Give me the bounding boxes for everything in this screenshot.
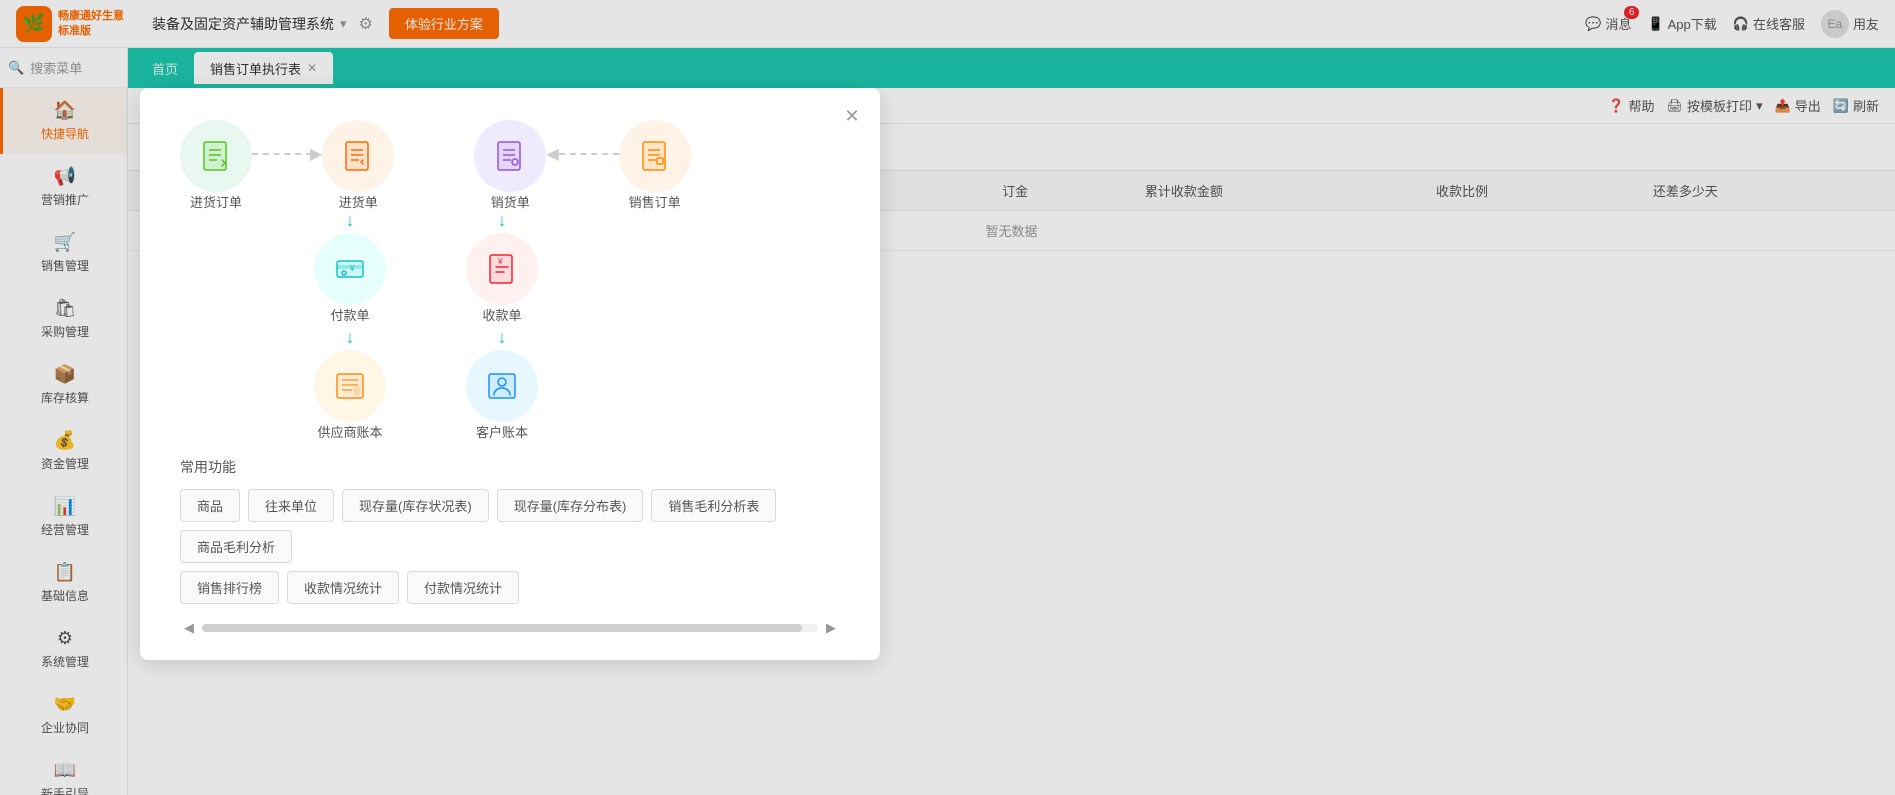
flow-node-sales-receipt[interactable]: 销货单 <box>474 120 546 211</box>
scroll-left-icon[interactable]: ◀ <box>180 620 198 636</box>
receipt-icon: ¥ <box>466 233 538 305</box>
flow-node-supplier-ledger[interactable]: 供应商账本 <box>314 350 386 441</box>
arrow-po-to-pr: ▶ <box>252 144 322 188</box>
flow-node-purchase-order[interactable]: 进货订单 <box>180 120 252 211</box>
func-btn-receipt-stats[interactable]: 收款情况统计 <box>287 571 399 604</box>
payment-label: 付款单 <box>330 305 369 324</box>
customer-ledger-label: 客户账本 <box>476 422 528 441</box>
func-btn-payment-stats[interactable]: 付款情况统计 <box>407 571 519 604</box>
purchase-receipt-icon <box>322 120 394 192</box>
func-btn-product-margin[interactable]: 商品毛利分析 <box>180 530 292 563</box>
func-btn-sales-margin[interactable]: 销售毛利分析表 <box>651 489 776 522</box>
receipt-label: 收款单 <box>482 305 521 324</box>
customer-ledger-icon <box>466 350 538 422</box>
sales-order-icon <box>619 120 691 192</box>
purchase-order-icon <box>180 120 252 192</box>
payment-icon: ¥ <box>314 233 386 305</box>
svg-text:¥: ¥ <box>349 264 355 273</box>
popup-scrollbar[interactable] <box>202 624 818 632</box>
func-buttons: 商品 往来单位 现存量(库存状况表) 现存量(库存分布表) 销售毛利分析表 商品… <box>180 489 840 563</box>
flow-node-customer-ledger[interactable]: 客户账本 <box>466 350 538 441</box>
common-functions: 常用功能 商品 往来单位 现存量(库存状况表) 现存量(库存分布表) 销售毛利分… <box>180 457 840 604</box>
flow-node-payment[interactable]: ¥ 付款单 <box>314 233 386 324</box>
svg-text:¥: ¥ <box>497 257 503 266</box>
popup-scroll: ◀ ▶ <box>180 620 840 636</box>
func-btn-counterpart[interactable]: 往来单位 <box>248 489 334 522</box>
supplier-ledger-icon <box>314 350 386 422</box>
common-title: 常用功能 <box>180 457 840 477</box>
func-btn-stock-dist[interactable]: 现存量(库存分布表) <box>497 489 644 522</box>
sales-receipt-icon <box>474 120 546 192</box>
purchase-order-label: 进货订单 <box>190 192 242 211</box>
sales-order-label: 销售订单 <box>629 192 681 211</box>
scroll-right-icon[interactable]: ▶ <box>822 620 840 636</box>
purchase-receipt-label: 进货单 <box>339 192 378 211</box>
func-buttons-row2: 销售排行榜 收款情况统计 付款情况统计 <box>180 571 840 604</box>
flow-node-purchase-receipt[interactable]: 进货单 <box>322 120 394 211</box>
flow-node-sales-order[interactable]: 销售订单 <box>619 120 691 211</box>
scrollbar-thumb <box>202 624 802 632</box>
func-btn-sales-rank[interactable]: 销售排行榜 <box>180 571 279 604</box>
popup-overlay: ✕ 进货订单 ▶ <box>0 0 1895 795</box>
flow-popup: ✕ 进货订单 ▶ <box>140 88 880 660</box>
supplier-ledger-label: 供应商账本 <box>317 422 382 441</box>
func-btn-product[interactable]: 商品 <box>180 489 240 522</box>
flow-node-receipt[interactable]: ¥ 收款单 <box>466 233 538 324</box>
func-btn-stock-status[interactable]: 现存量(库存状况表) <box>342 489 489 522</box>
popup-close-button[interactable]: ✕ <box>840 104 864 128</box>
sales-receipt-label: 销货单 <box>491 192 530 211</box>
